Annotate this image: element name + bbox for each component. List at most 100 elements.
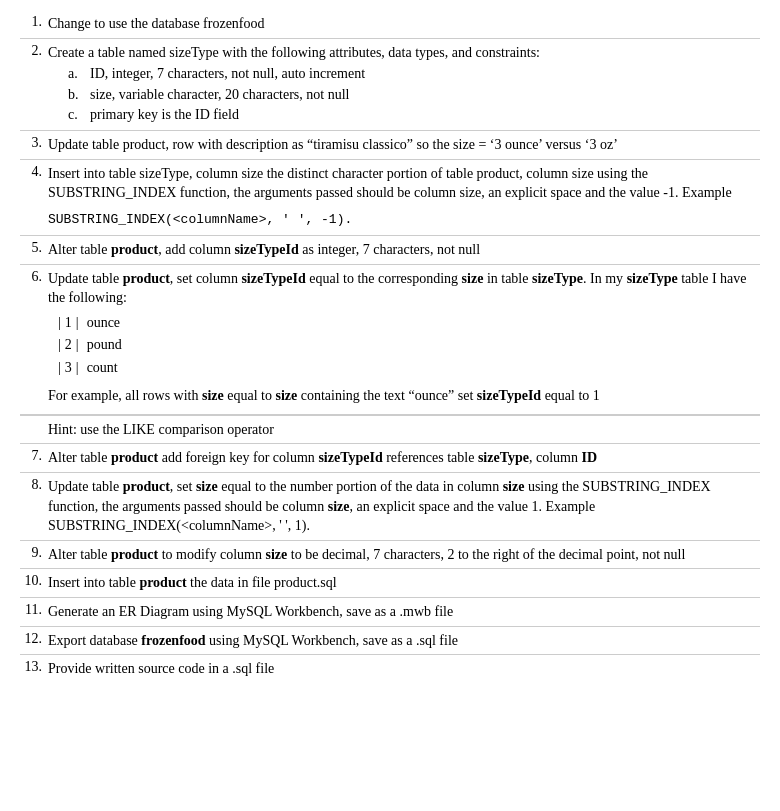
main-container: 1. Change to use the database frozenfood… — [20, 10, 760, 683]
item-text: Insert into table sizeType, column size … — [48, 166, 732, 201]
code-example: SUBSTRING_INDEX(<columnName>, ' ', -1). — [48, 212, 352, 227]
item-number: 8. — [20, 477, 48, 493]
pipe-list: | 1 | ounce | 2 | pound | 3 | — [48, 312, 760, 379]
bold-size2: size — [503, 479, 525, 494]
bold-product: product — [111, 450, 158, 465]
item-text-post: as integer, 7 characters, not null — [299, 242, 480, 257]
item-text: Update table product, set size equal to … — [48, 479, 711, 533]
pipe-separator2: | — [76, 334, 79, 356]
list-item: 9. Alter table product to modify column … — [20, 541, 760, 570]
pipe-separator2: | — [76, 312, 79, 334]
item-text-pre: Export database — [48, 633, 141, 648]
bold-product: product — [139, 575, 186, 590]
bold-size: size — [266, 547, 288, 562]
pipe-number: 2 — [65, 334, 72, 356]
for-example-text: For example, all rows with size equal to… — [48, 388, 600, 403]
list-item: 12. Export database frozenfood using MyS… — [20, 627, 760, 656]
list-item: 3. Update table product, row with descri… — [20, 131, 760, 160]
item-number: 1. — [20, 14, 48, 30]
bold-sizetype: sizeType — [478, 450, 529, 465]
item-number: 2. — [20, 43, 48, 59]
list-item: 6. Update table product, set column size… — [20, 265, 760, 415]
pipe-separator: | — [58, 334, 61, 356]
item-content: Update table product, set column sizeTyp… — [48, 269, 760, 410]
item-text: Provide written source code in a .sql fi… — [48, 661, 274, 676]
bold-size-fe: size — [202, 388, 224, 403]
list-item: 13. Provide written source code in a .sq… — [20, 655, 760, 683]
item-content: Change to use the database frozenfood — [48, 14, 760, 34]
item-text-bold2: sizeTypeId — [234, 242, 298, 257]
item-number: 5. — [20, 240, 48, 256]
sub-item-text: primary key is the ID field — [90, 105, 760, 125]
item-number: 13. — [20, 659, 48, 675]
item-text: Alter table product to modify column siz… — [48, 547, 685, 562]
bold-product: product — [111, 547, 158, 562]
bold-product: product — [123, 479, 170, 494]
item-content: Create a table named sizeType with the f… — [48, 43, 760, 126]
item-text: Generate an ER Diagram using MySQL Workb… — [48, 604, 453, 619]
for-example-paragraph: For example, all rows with size equal to… — [48, 379, 760, 410]
item-content: Provide written source code in a .sql fi… — [48, 659, 760, 679]
list-item: 7. Alter table product add foreign key f… — [20, 444, 760, 473]
list-item: 10. Insert into table product the data i… — [20, 569, 760, 598]
sub-list-item: size, variable character, 20 characters,… — [68, 85, 760, 105]
item-text: Alter table product add foreign key for … — [48, 450, 597, 465]
item-number: 3. — [20, 135, 48, 151]
sub-item-text: ID, integer, 7 characters, not null, aut… — [90, 64, 760, 84]
list-item: 4. Insert into table sizeType, column si… — [20, 160, 760, 236]
item-number: 4. — [20, 164, 48, 180]
hint-text: Hint: use the LIKE comparison operator — [48, 422, 274, 437]
bold-size: size — [196, 479, 218, 494]
item-text-bold1: product — [111, 242, 158, 257]
item-number: 7. — [20, 448, 48, 464]
bold-sizetypeid: sizeTypeId — [241, 271, 305, 286]
sub-list-item: ID, integer, 7 characters, not null, aut… — [68, 64, 760, 84]
sub-item-text: size, variable character, 20 characters,… — [90, 85, 760, 105]
bold-sizetype2: sizeType — [627, 271, 678, 286]
item-number: 12. — [20, 631, 48, 647]
item-number: 10. — [20, 573, 48, 589]
hint-item: Hint: use the LIKE comparison operator — [20, 415, 760, 445]
item-content: Export database frozenfood using MySQL W… — [48, 631, 760, 651]
item-content: Alter table product to modify column siz… — [48, 545, 760, 565]
pipe-number: 3 — [65, 357, 72, 379]
bold-size-fe2: size — [275, 388, 297, 403]
bold-sizetypeid-fe: sizeTypeId — [477, 388, 541, 403]
pipe-number: 1 — [65, 312, 72, 334]
item-number: 11. — [20, 602, 48, 618]
bold-sizetypeid: sizeTypeId — [318, 450, 382, 465]
pipe-value: ounce — [87, 312, 120, 334]
hint-content: Hint: use the LIKE comparison operator — [48, 420, 760, 440]
list-item: 8. Update table product, set size equal … — [20, 473, 760, 541]
bold-size: size — [462, 271, 484, 286]
item-text: Create a table named sizeType with the f… — [48, 45, 540, 60]
item-text: Insert into table product the data in fi… — [48, 575, 337, 590]
pipe-value: pound — [87, 334, 122, 356]
item-content: Update table product, set size equal to … — [48, 477, 760, 536]
sub-list-item: primary key is the ID field — [68, 105, 760, 125]
bold-size3: size — [328, 499, 350, 514]
pipe-value: count — [87, 357, 118, 379]
item-content: Update table product, row with descripti… — [48, 135, 760, 155]
pipe-separator2: | — [76, 357, 79, 379]
list-item: 1. Change to use the database frozenfood — [20, 10, 760, 39]
item-content: Generate an ER Diagram using MySQL Workb… — [48, 602, 760, 622]
item-content: Alter table product add foreign key for … — [48, 448, 760, 468]
item-content: Insert into table sizeType, column size … — [48, 164, 760, 231]
sub-list: ID, integer, 7 characters, not null, aut… — [48, 64, 760, 125]
pipe-separator: | — [58, 357, 61, 379]
item-text: Update table product, set column sizeTyp… — [48, 271, 747, 306]
item-text-post: using MySQL Workbench, save as a .sql fi… — [206, 633, 458, 648]
item-text: Update table product, row with descripti… — [48, 137, 618, 152]
pipe-separator: | — [58, 312, 61, 334]
item-number: 9. — [20, 545, 48, 561]
bold-frozenfood: frozenfood — [141, 633, 205, 648]
pipe-item: | 1 | ounce — [58, 312, 760, 334]
item-content: Alter table product, add column sizeType… — [48, 240, 760, 260]
example-block: SUBSTRING_INDEX(<columnName>, ' ', -1). — [48, 209, 760, 229]
list-item: 5. Alter table product, add column sizeT… — [20, 236, 760, 265]
list-item: 11. Generate an ER Diagram using MySQL W… — [20, 598, 760, 627]
list-item: 2. Create a table named sizeType with th… — [20, 39, 760, 131]
bold-product: product — [123, 271, 170, 286]
bold-sizetype: sizeType — [532, 271, 583, 286]
